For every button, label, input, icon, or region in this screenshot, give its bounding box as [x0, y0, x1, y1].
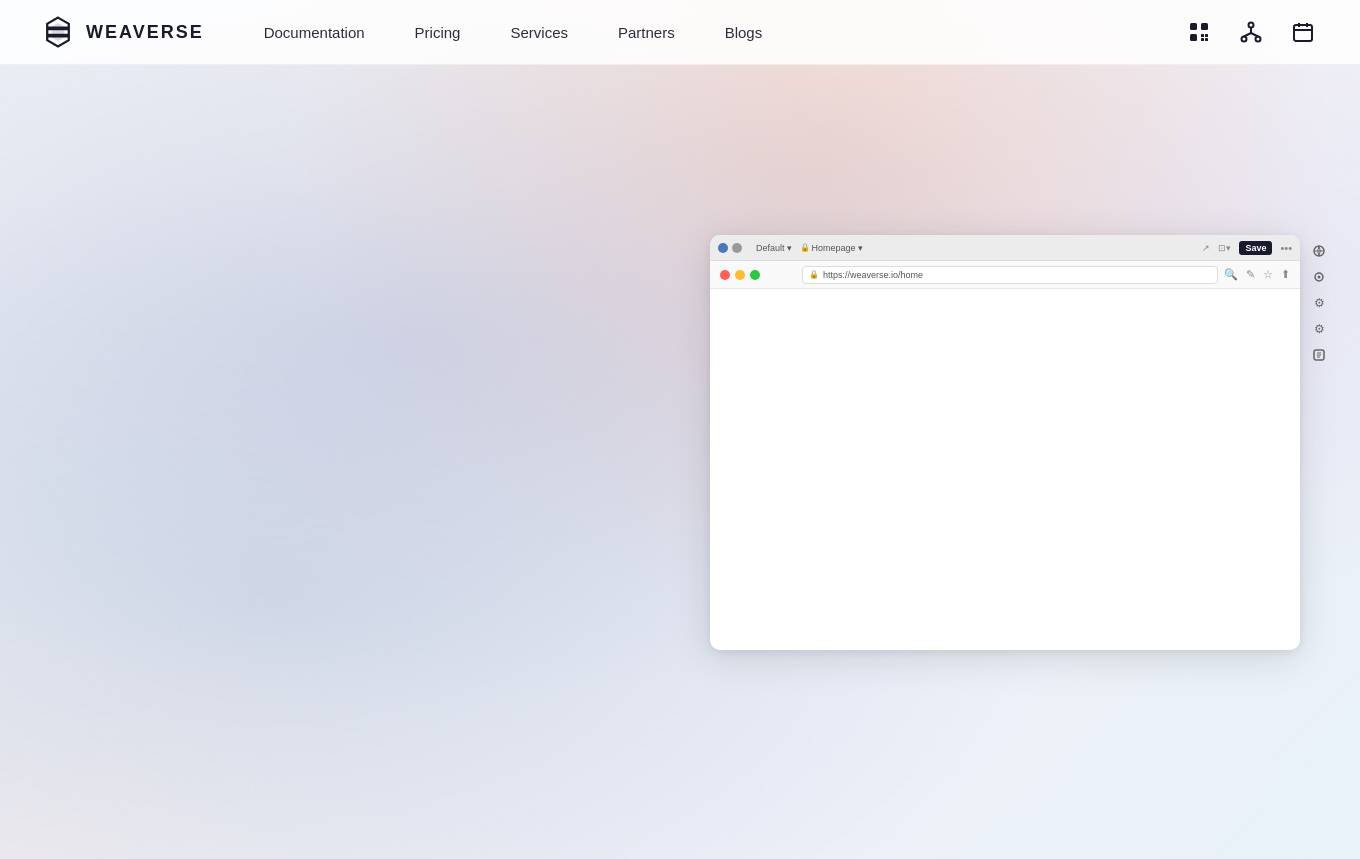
browser-tab-controls: Default ▾ 🔒 Homepage ▾ [756, 243, 1196, 253]
svg-rect-17 [1294, 25, 1312, 41]
browser-address-bar: 🔒 https://weaverse.io/home 🔍 ✎ ☆ ⬆ [710, 261, 1300, 289]
svg-marker-3 [52, 23, 65, 41]
edit-icon[interactable]: ✎ [1246, 268, 1255, 281]
git-icon [1240, 21, 1262, 43]
view-toggle[interactable]: ⊡▾ [1218, 243, 1231, 253]
svg-point-12 [1242, 37, 1247, 42]
nav-link-partners[interactable]: Partners [618, 24, 675, 41]
bookmark-icon[interactable]: ☆ [1263, 268, 1273, 281]
svg-rect-10 [1205, 38, 1208, 41]
share-icon[interactable]: ↗ [1202, 243, 1210, 253]
tab-icon-1 [718, 243, 728, 253]
default-dropdown[interactable]: Default ▾ [756, 243, 792, 253]
nav-link-blogs[interactable]: Blogs [725, 24, 763, 41]
tab-icon-2 [732, 243, 742, 253]
side-icon-3[interactable]: ⚙ [1311, 295, 1327, 311]
git-icon-button[interactable] [1234, 15, 1268, 49]
nav-link-services[interactable]: Services [510, 24, 568, 41]
svg-line-16 [1251, 33, 1258, 37]
svg-rect-9 [1201, 38, 1204, 41]
logo-icon [40, 14, 76, 50]
browser-tab-bar: Default ▾ 🔒 Homepage ▾ ↗ ⊡▾ Save ••• [710, 235, 1300, 261]
url-field[interactable]: 🔒 https://weaverse.io/home [802, 266, 1218, 284]
lock-icon: 🔒 [809, 270, 819, 279]
side-icon-2[interactable] [1311, 269, 1327, 285]
logo-text: WEAVERSE [86, 22, 204, 43]
svg-rect-6 [1190, 34, 1197, 41]
main-content: Default ▾ 🔒 Homepage ▾ ↗ ⊡▾ Save ••• [0, 65, 1360, 859]
nav-link-pricing[interactable]: Pricing [415, 24, 461, 41]
maximize-dot[interactable] [750, 270, 760, 280]
close-dot[interactable] [720, 270, 730, 280]
browser-mockup: Default ▾ 🔒 Homepage ▾ ↗ ⊡▾ Save ••• [710, 235, 1300, 650]
logo[interactable]: WEAVERSE [40, 14, 204, 50]
address-bar-icons: 🔍 ✎ ☆ ⬆ [1224, 268, 1290, 281]
nav-actions [1182, 15, 1320, 49]
browser-action-controls: ↗ ⊡▾ Save ••• [1202, 241, 1292, 255]
svg-point-13 [1256, 37, 1261, 42]
browser-tab-icons [718, 243, 742, 253]
nav-link-documentation[interactable]: Documentation [264, 24, 365, 41]
homepage-dropdown[interactable]: 🔒 Homepage ▾ [800, 243, 863, 253]
calendar-icon [1292, 21, 1314, 43]
search-icon[interactable]: 🔍 [1224, 268, 1238, 281]
calendar-icon-button[interactable] [1286, 15, 1320, 49]
svg-line-15 [1244, 33, 1251, 37]
side-icon-1[interactable] [1311, 243, 1327, 259]
share-icon-addr[interactable]: ⬆ [1281, 268, 1290, 281]
side-icon-5[interactable] [1311, 347, 1327, 363]
svg-point-11 [1249, 23, 1254, 28]
save-button[interactable]: Save [1239, 241, 1272, 255]
svg-rect-4 [1190, 23, 1197, 30]
svg-rect-8 [1205, 34, 1208, 37]
more-options-icon[interactable]: ••• [1280, 242, 1292, 254]
svg-point-24 [1318, 276, 1321, 279]
traffic-lights [720, 270, 760, 280]
grid-icon-button[interactable] [1182, 15, 1216, 49]
svg-rect-7 [1201, 34, 1204, 37]
minimize-dot[interactable] [735, 270, 745, 280]
nav-links: Documentation Pricing Services Partners … [264, 24, 1182, 41]
navbar: WEAVERSE Documentation Pricing Services … [0, 0, 1360, 65]
side-panel: ⚙ ⚙ [1308, 235, 1330, 625]
side-icon-4[interactable]: ⚙ [1311, 321, 1327, 337]
browser-body [710, 289, 1300, 612]
svg-rect-5 [1201, 23, 1208, 30]
grid-icon [1188, 21, 1210, 43]
